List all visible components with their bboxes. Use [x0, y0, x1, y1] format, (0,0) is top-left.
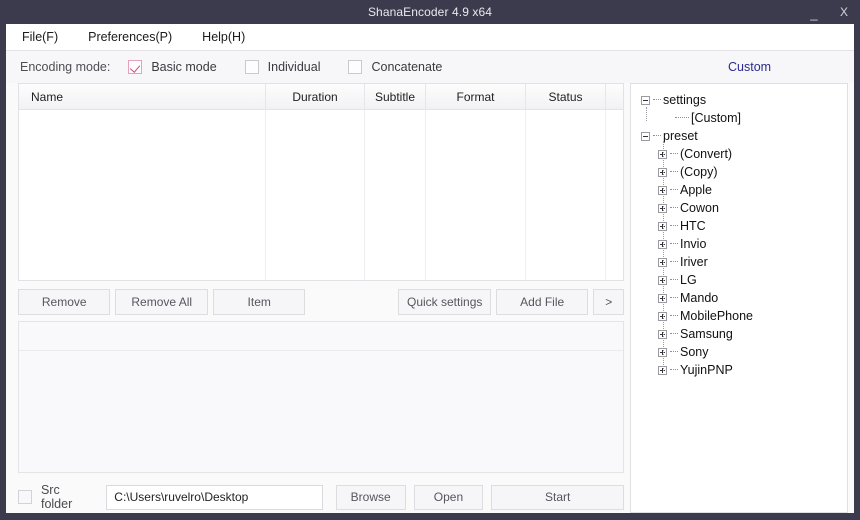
collapse-icon[interactable]	[641, 131, 650, 141]
file-list-body[interactable]	[19, 110, 623, 280]
tree-node-label: YujinPNP	[680, 362, 733, 377]
checkbox-src-folder[interactable]: Src folder	[18, 483, 94, 511]
left-pane: Name Duration Subtitle Format Status Rem…	[6, 83, 630, 513]
encoding-mode-label: Encoding mode:	[20, 60, 111, 74]
start-button[interactable]: Start	[491, 484, 625, 510]
concatenate-checkbox-icon[interactable]	[348, 60, 363, 74]
menu-item-preferences[interactable]: Preferences(P)	[86, 28, 174, 46]
quick-settings-button[interactable]: Quick settings	[398, 288, 491, 315]
log-panel-content	[19, 351, 623, 472]
tree-connector-line	[675, 117, 689, 119]
tree-connector-line	[646, 107, 647, 121]
title-bar: ShanaEncoder 4.9 x64 _ X	[0, 0, 860, 24]
individual-label: Individual	[267, 60, 321, 74]
tree-node-label: [Custom]	[691, 110, 742, 125]
tree-node-label: Sony	[680, 344, 709, 359]
checkbox-basic-mode[interactable]: Basic mode	[128, 60, 217, 74]
close-button[interactable]: X	[836, 2, 852, 22]
column-divider	[605, 110, 606, 280]
preset-tree[interactable]: settings [Custom] preset (Convert) (Copy) App…	[631, 84, 847, 379]
custom-preset-label[interactable]: Custom	[728, 60, 771, 74]
file-list-header: Name Duration Subtitle Format Status	[19, 84, 623, 110]
file-list[interactable]: Name Duration Subtitle Format Status	[18, 83, 624, 281]
column-header-name[interactable]: Name	[19, 84, 266, 109]
column-header-extra[interactable]	[606, 84, 623, 109]
tree-node-label: Samsung	[680, 326, 733, 341]
preset-tree-panel[interactable]: settings [Custom] preset (Convert) (Copy) App…	[630, 83, 848, 513]
column-header-duration[interactable]: Duration	[266, 84, 365, 109]
tree-node-label: settings	[663, 92, 707, 107]
tree-connector-line	[670, 351, 678, 353]
collapse-icon[interactable]	[641, 95, 650, 105]
individual-checkbox-icon[interactable]	[244, 60, 259, 74]
tree-connector-line	[670, 297, 678, 299]
tree-node-label: Apple	[680, 182, 712, 197]
output-path-input[interactable]: C:\Users\ruvelro\Desktop	[106, 484, 323, 510]
tree-node-label: Iriver	[680, 254, 708, 269]
item-button[interactable]: Item	[212, 288, 306, 315]
tree-node-label: LG	[680, 272, 697, 287]
log-panel	[18, 321, 624, 473]
column-header-status[interactable]: Status	[526, 84, 606, 109]
tree-node-custom[interactable]: [Custom]	[631, 109, 847, 127]
log-panel-header	[19, 322, 623, 351]
tree-node-label: (Convert)	[680, 146, 733, 161]
open-button[interactable]: Open	[413, 484, 484, 510]
tree-node-label: HTC	[680, 218, 706, 233]
tree-node-label: Mando	[680, 290, 719, 305]
minimize-button[interactable]: _	[806, 0, 822, 24]
tree-connector-line	[670, 207, 678, 209]
tree-connector-line	[670, 171, 678, 173]
tree-node-settings[interactable]: settings	[631, 91, 847, 109]
tree-connector-line	[670, 225, 678, 227]
tree-connector-line	[670, 243, 678, 245]
tree-node-label: MobilePhone	[680, 308, 753, 323]
menu-item-help[interactable]: Help(H)	[200, 28, 247, 46]
column-header-subtitle[interactable]: Subtitle	[365, 84, 426, 109]
tree-connector-line	[670, 153, 678, 155]
tree-connector-line	[670, 189, 678, 191]
tree-node-label: Invio	[680, 236, 707, 251]
tree-node-label: (Copy)	[680, 164, 718, 179]
src-folder-checkbox-icon[interactable]	[18, 490, 32, 504]
output-toolbar: Src folder C:\Users\ruvelro\Desktop Brow…	[18, 473, 625, 513]
tree-connector-line	[663, 141, 664, 371]
tree-connector-line	[670, 261, 678, 263]
basic-mode-label: Basic mode	[151, 60, 217, 74]
window-title: ShanaEncoder 4.9 x64	[367, 5, 493, 19]
checkbox-individual[interactable]: Individual	[244, 60, 321, 74]
more-options-button[interactable]: >	[593, 288, 624, 315]
main-body: Name Duration Subtitle Format Status Rem…	[6, 83, 854, 513]
file-actions-toolbar: Remove Remove All Item Quick settings Ad…	[18, 281, 624, 315]
column-divider	[364, 110, 365, 280]
window-controls: _ X	[806, 0, 852, 24]
encoding-mode-bar: Encoding mode: Basic mode Individual Con…	[6, 51, 854, 83]
browse-button[interactable]: Browse	[335, 484, 406, 510]
tree-connector-line	[670, 369, 678, 371]
tree-connector-line	[670, 279, 678, 281]
column-divider	[525, 110, 526, 280]
column-header-format[interactable]: Format	[426, 84, 526, 109]
tree-connector-line	[653, 135, 661, 137]
application-window: ShanaEncoder 4.9 x64 _ X File(F) Prefere…	[0, 0, 860, 520]
checkbox-concatenate[interactable]: Concatenate	[348, 60, 442, 74]
remove-button[interactable]: Remove	[18, 288, 111, 315]
concatenate-label: Concatenate	[371, 60, 443, 74]
basic-mode-checkbox-icon[interactable]	[128, 60, 143, 74]
menu-bar: File(F) Preferences(P) Help(H)	[6, 24, 854, 51]
src-folder-label: Src folder	[40, 483, 73, 511]
add-file-button[interactable]: Add File	[495, 288, 589, 315]
column-divider	[425, 110, 426, 280]
column-divider	[265, 110, 266, 280]
tree-connector-line	[670, 315, 678, 317]
remove-all-button[interactable]: Remove All	[115, 288, 208, 315]
tree-node-label: preset	[663, 128, 698, 143]
menu-item-file[interactable]: File(F)	[20, 28, 60, 46]
tree-node-label: Cowon	[680, 200, 719, 215]
tree-connector-line	[670, 333, 678, 335]
tree-connector-line	[653, 99, 661, 101]
